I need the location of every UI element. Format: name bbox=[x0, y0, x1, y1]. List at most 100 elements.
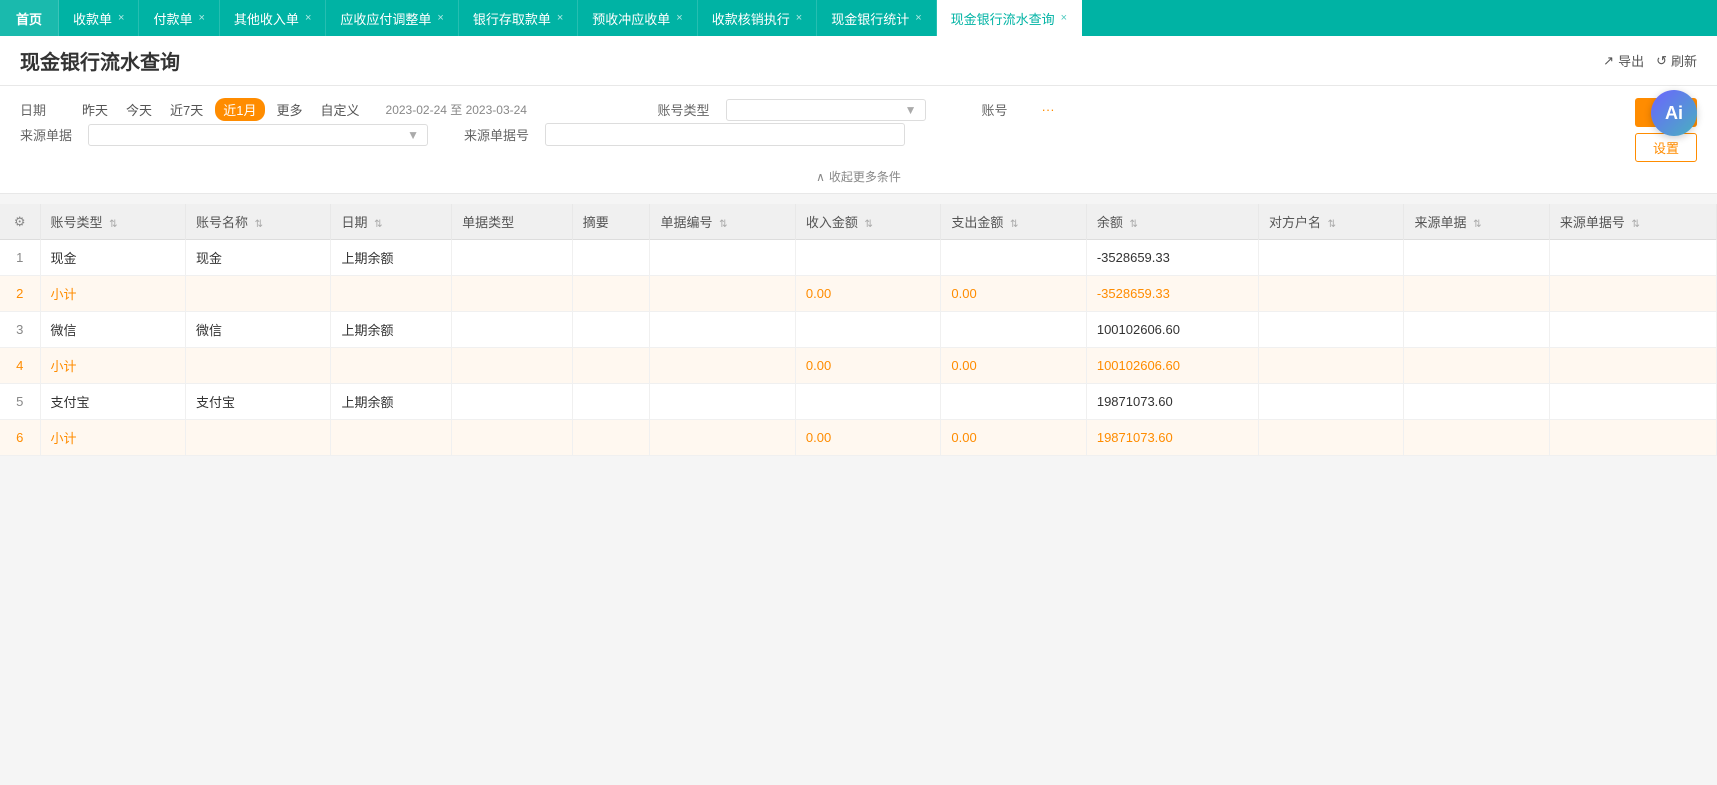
nav-cash-bank-stat-label: 现金银行统计 bbox=[831, 9, 909, 28]
sort-icon: ⇅ bbox=[1010, 219, 1018, 230]
sort-icon: ⇅ bbox=[374, 219, 382, 230]
nav-receipt-verify-label: 收款核销执行 bbox=[712, 9, 790, 28]
close-icon[interactable]: × bbox=[118, 12, 124, 24]
account-type-select[interactable]: ▼ bbox=[726, 99, 926, 121]
col-counterpart[interactable]: 对方户名 ⇅ bbox=[1258, 204, 1403, 240]
date-opt-more[interactable]: 更多 bbox=[271, 98, 309, 121]
nav-receipts-label: 收款单 bbox=[73, 9, 112, 28]
nav-bank-deposit-label: 银行存取款单 bbox=[473, 9, 551, 28]
date-opt-7days[interactable]: 近7天 bbox=[164, 98, 209, 121]
col-account-name[interactable]: 账号名称 ⇅ bbox=[185, 204, 330, 240]
date-range-text: 2023-02-24 至 2023-03-24 bbox=[386, 101, 527, 118]
export-button[interactable]: ↗ 导出 bbox=[1603, 51, 1644, 70]
close-icon[interactable]: × bbox=[437, 12, 443, 24]
account-type-label: 账号类型 bbox=[658, 100, 710, 119]
date-filter-label: 日期 bbox=[20, 100, 60, 119]
sort-icon: ⇅ bbox=[1328, 219, 1336, 230]
nav-receipts[interactable]: 收款单 × bbox=[59, 0, 139, 36]
nav-cash-bank-stat[interactable]: 现金银行统计 × bbox=[817, 0, 936, 36]
nav-other-income[interactable]: 其他收入单 × bbox=[220, 0, 326, 36]
table-row[interactable]: 4小计0.000.00100102606.60 bbox=[0, 348, 1717, 384]
account-more-btn[interactable]: ··· bbox=[1042, 102, 1055, 117]
header-actions: ↗ 导出 ↺ 刷新 bbox=[1603, 51, 1697, 70]
col-income[interactable]: 收入金额 ⇅ bbox=[795, 204, 940, 240]
data-table: ⚙ 账号类型 ⇅ 账号名称 ⇅ 日期 ⇅ 单据类型 摘要 bbox=[0, 204, 1717, 456]
filter-row-2: 来源单据 ▼ 来源单据号 bbox=[20, 123, 1635, 146]
page-title: 现金银行流水查询 bbox=[20, 46, 180, 75]
table-body: 1现金现金上期余额-3528659.332小计0.000.00-3528659.… bbox=[0, 240, 1717, 456]
nav-cash-bank-flow-label: 现金银行流水查询 bbox=[951, 9, 1055, 28]
export-label: 导出 bbox=[1618, 51, 1644, 70]
table-row[interactable]: 2小计0.000.00-3528659.33 bbox=[0, 276, 1717, 312]
col-settings[interactable]: ⚙ bbox=[0, 204, 40, 240]
col-doc-type[interactable]: 单据类型 bbox=[452, 204, 573, 240]
gear-icon[interactable]: ⚙ bbox=[14, 214, 26, 230]
nav-ar-ap-label: 应收应付调整单 bbox=[340, 9, 431, 28]
top-nav: 首页 收款单 × 付款单 × 其他收入单 × 应收应付调整单 × 银行存取款单 … bbox=[0, 0, 1717, 36]
nav-payments[interactable]: 付款单 × bbox=[139, 0, 219, 36]
col-source-doc-no[interactable]: 来源单据号 ⇅ bbox=[1549, 204, 1716, 240]
close-icon[interactable]: × bbox=[1061, 12, 1067, 24]
sort-icon: ⇅ bbox=[1129, 219, 1137, 230]
collapse-label: 收起更多条件 bbox=[829, 168, 901, 185]
nav-prepay-label: 预收冲应收单 bbox=[592, 9, 670, 28]
source-doc-no-input[interactable] bbox=[545, 123, 905, 146]
source-doc-label: 来源单据 bbox=[20, 125, 72, 144]
sort-icon: ⇅ bbox=[255, 219, 263, 230]
col-date[interactable]: 日期 ⇅ bbox=[331, 204, 452, 240]
nav-home[interactable]: 首页 bbox=[0, 0, 59, 36]
export-icon: ↗ bbox=[1603, 53, 1614, 69]
sort-icon: ⇅ bbox=[1632, 219, 1640, 230]
sort-icon: ⇅ bbox=[1473, 219, 1481, 230]
settings-button[interactable]: 设置 bbox=[1635, 133, 1697, 162]
col-summary[interactable]: 摘要 bbox=[572, 204, 650, 240]
col-doc-no[interactable]: 单据编号 ⇅ bbox=[650, 204, 795, 240]
col-account-type[interactable]: 账号类型 ⇅ bbox=[40, 204, 185, 240]
table-row[interactable]: 6小计0.000.0019871073.60 bbox=[0, 420, 1717, 456]
col-expense[interactable]: 支出金额 ⇅ bbox=[941, 204, 1086, 240]
source-doc-select[interactable]: ▼ bbox=[88, 124, 428, 146]
col-source-doc[interactable]: 来源单据 ⇅ bbox=[1404, 204, 1549, 240]
chevron-down-icon-2: ▼ bbox=[407, 128, 419, 142]
refresh-icon: ↺ bbox=[1656, 53, 1667, 69]
date-opt-today[interactable]: 今天 bbox=[120, 98, 158, 121]
table-area: ⚙ 账号类型 ⇅ 账号名称 ⇅ 日期 ⇅ 单据类型 摘要 bbox=[0, 204, 1717, 456]
nav-home-label: 首页 bbox=[16, 9, 42, 28]
collapse-icon: ∧ bbox=[816, 170, 825, 184]
nav-bank-deposit[interactable]: 银行存取款单 × bbox=[459, 0, 578, 36]
filter-row-1: 日期 昨天 今天 近7天 近1月 更多 自定义 2023-02-24 至 202… bbox=[20, 98, 1635, 121]
chevron-down-icon: ▼ bbox=[905, 103, 917, 117]
close-icon[interactable]: × bbox=[198, 12, 204, 24]
table-row[interactable]: 3微信微信上期余额100102606.60 bbox=[0, 312, 1717, 348]
nav-prepay-offset[interactable]: 预收冲应收单 × bbox=[578, 0, 697, 36]
filter-area: 日期 昨天 今天 近7天 近1月 更多 自定义 2023-02-24 至 202… bbox=[0, 86, 1717, 194]
close-icon[interactable]: × bbox=[557, 12, 563, 24]
close-icon[interactable]: × bbox=[676, 12, 682, 24]
close-icon[interactable]: × bbox=[305, 12, 311, 24]
nav-cash-bank-flow[interactable]: 现金银行流水查询 × bbox=[937, 0, 1082, 36]
ai-badge[interactable]: Ai bbox=[1651, 90, 1697, 136]
date-opt-custom[interactable]: 自定义 bbox=[315, 98, 366, 121]
account-label: 账号 bbox=[982, 100, 1022, 119]
date-opt-1month[interactable]: 近1月 bbox=[215, 98, 264, 121]
table-row[interactable]: 1现金现金上期余额-3528659.33 bbox=[0, 240, 1717, 276]
page-header: 现金银行流水查询 ↗ 导出 ↺ 刷新 bbox=[0, 36, 1717, 86]
refresh-button[interactable]: ↺ 刷新 bbox=[1656, 51, 1697, 70]
table-row[interactable]: 5支付宝支付宝上期余额19871073.60 bbox=[0, 384, 1717, 420]
nav-payments-label: 付款单 bbox=[153, 9, 192, 28]
collapse-bar[interactable]: ∧ 收起更多条件 bbox=[20, 162, 1697, 193]
sort-icon: ⇅ bbox=[109, 219, 117, 230]
close-icon[interactable]: × bbox=[915, 12, 921, 24]
nav-receipt-verify[interactable]: 收款核销执行 × bbox=[698, 0, 817, 36]
sort-icon: ⇅ bbox=[865, 219, 873, 230]
sort-icon: ⇅ bbox=[719, 219, 727, 230]
source-doc-no-label: 来源单据号 bbox=[464, 125, 529, 144]
table-header-row: ⚙ 账号类型 ⇅ 账号名称 ⇅ 日期 ⇅ 单据类型 摘要 bbox=[0, 204, 1717, 240]
nav-other-income-label: 其他收入单 bbox=[234, 9, 299, 28]
refresh-label: 刷新 bbox=[1671, 51, 1697, 70]
date-opt-yesterday[interactable]: 昨天 bbox=[76, 98, 114, 121]
close-icon[interactable]: × bbox=[796, 12, 802, 24]
col-balance[interactable]: 余额 ⇅ bbox=[1086, 204, 1258, 240]
nav-ar-ap-adjust[interactable]: 应收应付调整单 × bbox=[326, 0, 458, 36]
date-options: 昨天 今天 近7天 近1月 更多 自定义 bbox=[76, 98, 366, 121]
